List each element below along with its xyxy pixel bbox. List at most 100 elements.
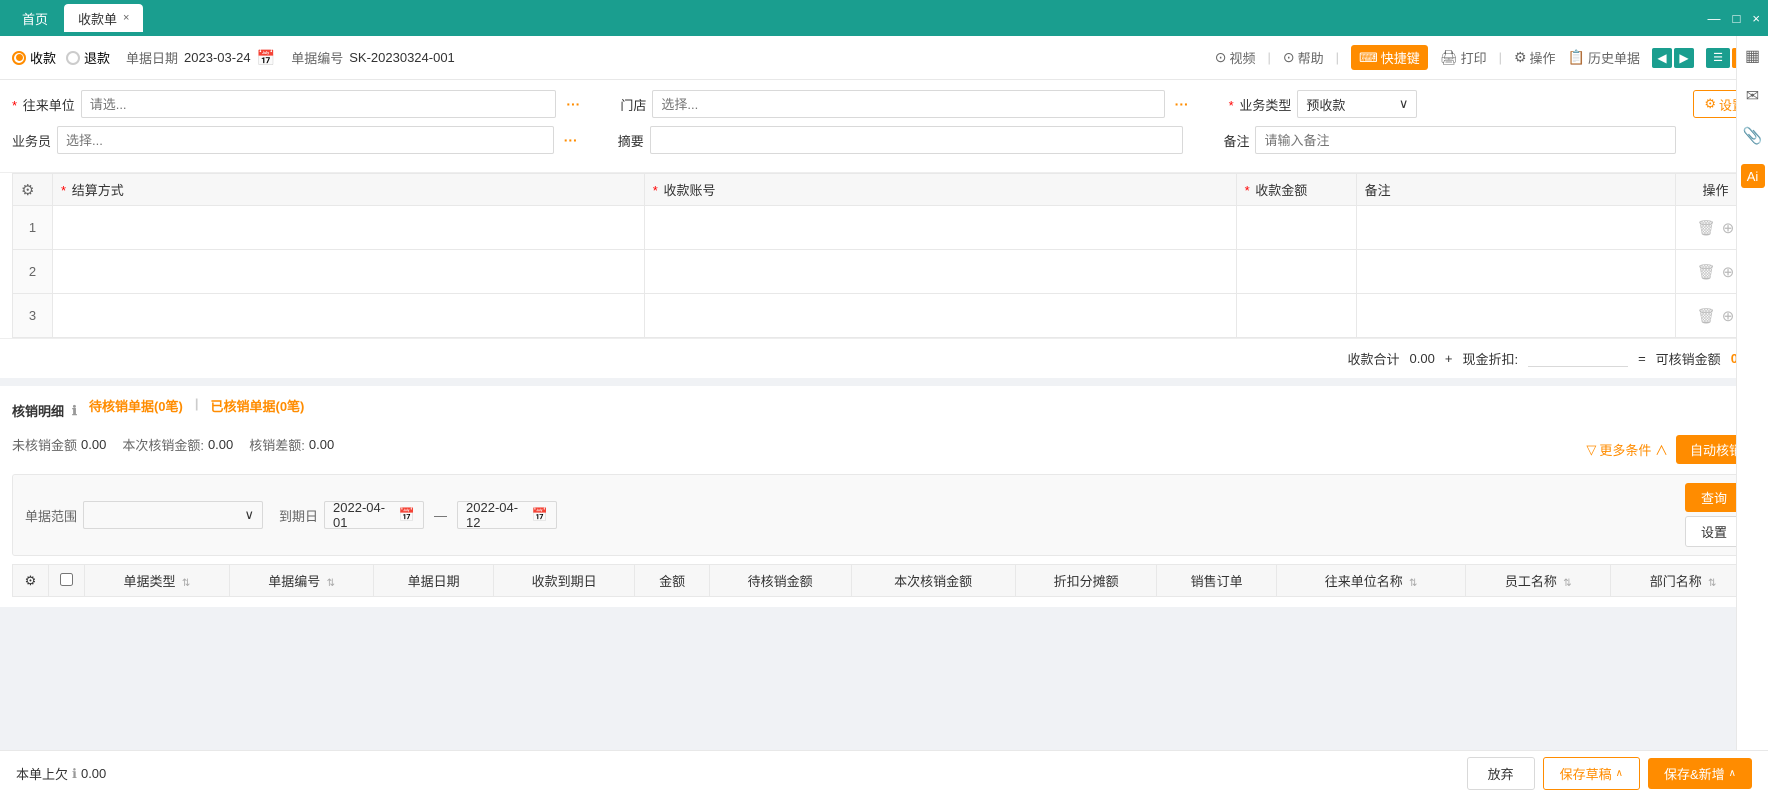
store-more-icon[interactable]: ···: [1175, 96, 1189, 112]
btcol-checkbox[interactable]: [49, 565, 85, 597]
row-num-1: 1: [13, 206, 53, 250]
amount-cell-1[interactable]: [1236, 206, 1356, 250]
store-input[interactable]: [652, 90, 1164, 118]
tab-home[interactable]: 首页: [8, 4, 62, 32]
window-close-btn[interactable]: ×: [1752, 11, 1760, 26]
footer-info-icon[interactable]: ℹ: [72, 766, 77, 782]
account-cell-1[interactable]: [644, 206, 1236, 250]
range-select[interactable]: ∨: [83, 501, 263, 529]
nav-arrows: ◀ ▶: [1652, 48, 1694, 68]
calendar-end-icon[interactable]: 📅: [532, 507, 548, 523]
tab-close-icon[interactable]: ×: [123, 12, 129, 24]
nav-left-btn[interactable]: ◀: [1652, 48, 1672, 68]
due-start-value: 2022-04-01: [333, 500, 395, 530]
more-conditions-btn[interactable]: ▽ 更多条件 ∧: [1586, 440, 1668, 459]
receipt-type-group: 收款 退款: [12, 48, 110, 67]
radio-refund-label: 退款: [84, 48, 110, 67]
copy-row-2-icon[interactable]: ⊕: [1722, 263, 1735, 281]
right-panel-attach-icon[interactable]: 📎: [1741, 124, 1765, 148]
shortcut-button[interactable]: ⌨ 快捷键: [1351, 45, 1428, 70]
btcol-due-date: 收款到期日: [493, 565, 635, 597]
shortcut-btn[interactable]: ⌨ 快捷键: [1351, 45, 1428, 70]
history-btn[interactable]: 📋 历史单据: [1568, 48, 1640, 67]
video-btn[interactable]: ⊙ 视频: [1215, 48, 1256, 67]
settlement-cell-3[interactable]: [53, 294, 645, 338]
nav-right-btn[interactable]: ▶: [1674, 48, 1694, 68]
delete-row-2-icon[interactable]: 🗑: [1697, 263, 1716, 281]
right-panel-table-icon[interactable]: ▦: [1741, 44, 1765, 68]
delete-row-1-icon[interactable]: 🗑: [1697, 219, 1716, 237]
table-col-gear[interactable]: ⚙: [13, 174, 53, 206]
btcol-gear[interactable]: ⚙: [13, 565, 49, 597]
salesperson-more-icon[interactable]: ···: [564, 132, 578, 148]
save-new-btn[interactable]: 保存&新增 ∧: [1648, 758, 1752, 789]
verification-section: 核销明细 ℹ 待核销单据(0笔) | 已核销单据(0笔) 未核销金额 0.00 …: [0, 386, 1768, 607]
notes-cell-1[interactable]: [1356, 206, 1675, 250]
salesperson-input[interactable]: [57, 126, 554, 154]
partner-more-icon[interactable]: ···: [566, 96, 580, 112]
sort-partner-icon[interactable]: ⇅: [1409, 578, 1417, 589]
number-label: 单据编号: [291, 48, 343, 67]
window-min-btn[interactable]: —: [1708, 11, 1721, 26]
tab-receipt[interactable]: 收款单 ×: [64, 4, 143, 32]
settlement-cell-1[interactable]: [53, 206, 645, 250]
calendar-icon[interactable]: 📅: [257, 49, 276, 67]
save-new-dropdown-icon[interactable]: ∧: [1729, 768, 1736, 779]
due-start-input[interactable]: 2022-04-01 📅: [324, 501, 424, 529]
amount-cell-3[interactable]: [1236, 294, 1356, 338]
settlement-cell-2[interactable]: [53, 250, 645, 294]
right-panel-ai-icon[interactable]: Ai: [1741, 164, 1765, 188]
notes-cell-3[interactable]: [1356, 294, 1675, 338]
help-btn[interactable]: ⊙ 帮助: [1283, 48, 1324, 67]
view-list-btn[interactable]: ☰: [1706, 48, 1730, 68]
copy-row-1-icon[interactable]: ⊕: [1722, 219, 1735, 237]
operations-label: 操作: [1530, 48, 1556, 67]
business-type-field: * 业务类型 预收款 ∨: [1229, 90, 1684, 118]
gear-col-icon[interactable]: ⚙: [21, 182, 34, 199]
summary-input[interactable]: [650, 126, 1184, 154]
done-tab[interactable]: 已核销单据(0笔): [207, 396, 309, 415]
sort-department-icon[interactable]: ⇅: [1708, 578, 1716, 589]
partner-input[interactable]: [81, 90, 557, 118]
radio-receipt[interactable]: 收款: [12, 48, 56, 67]
right-panel: ▦ ✉ 📎 Ai: [1736, 36, 1768, 796]
query-btn[interactable]: 查询: [1685, 483, 1743, 512]
radio-refund[interactable]: 退款: [66, 48, 110, 67]
print-btn[interactable]: 🖨 打印: [1440, 48, 1487, 67]
account-cell-3[interactable]: [644, 294, 1236, 338]
range-filter-field: 单据范围 ∨: [25, 501, 263, 529]
select-all-checkbox[interactable]: [60, 573, 73, 586]
filter-settings-btn[interactable]: 设置: [1685, 516, 1743, 547]
account-cell-2[interactable]: [644, 250, 1236, 294]
right-panel-mail-icon[interactable]: ✉: [1741, 84, 1765, 108]
gear-icon-bottom[interactable]: ⚙: [25, 573, 37, 588]
help-icon: ⊙: [1283, 49, 1295, 66]
form-area: * 往来单位 ··· 门店 ··· * 业务类型 预收款 ∨ ⚙ 设置: [0, 80, 1768, 173]
save-draft-btn[interactable]: 保存草稿 ∧: [1543, 757, 1640, 790]
pending-tab[interactable]: 待核销单据(0笔): [85, 396, 187, 415]
section-info-icon[interactable]: ℹ: [72, 403, 77, 419]
due-end-input[interactable]: 2022-04-12 📅: [457, 501, 557, 529]
sort-type-icon[interactable]: ⇅: [182, 578, 190, 589]
window-max-btn[interactable]: □: [1733, 11, 1741, 26]
discount-input[interactable]: [1528, 351, 1628, 367]
business-type-select[interactable]: 预收款 ∨: [1297, 90, 1417, 118]
notes-cell-2[interactable]: [1356, 250, 1675, 294]
abandon-btn[interactable]: 放弃: [1467, 757, 1535, 790]
sort-number-icon[interactable]: ⇅: [327, 578, 335, 589]
save-draft-dropdown-icon[interactable]: ∧: [1616, 768, 1623, 779]
btcol-discount: 折扣分摊额: [1015, 565, 1157, 597]
delete-row-3-icon[interactable]: 🗑: [1697, 307, 1716, 325]
copy-row-3-icon[interactable]: ⊕: [1722, 307, 1735, 325]
range-label: 单据范围: [25, 506, 77, 525]
filter-buttons: 查询 设置: [1685, 483, 1743, 547]
notes-input[interactable]: [1255, 126, 1676, 154]
calendar-start-icon[interactable]: 📅: [399, 507, 415, 523]
top-toolbar: 收款 退款 单据日期 2023-03-24 📅 单据编号 SK-20230324…: [0, 36, 1768, 80]
amount-cell-2[interactable]: [1236, 250, 1356, 294]
more-conditions-label: 更多条件 ∧: [1599, 440, 1668, 459]
operations-btn[interactable]: ⚙ 操作: [1514, 48, 1556, 67]
table-row: 2 🗑 ⊕: [13, 250, 1756, 294]
sort-employee-icon[interactable]: ⇅: [1563, 578, 1571, 589]
tab-home-label: 首页: [22, 9, 48, 28]
